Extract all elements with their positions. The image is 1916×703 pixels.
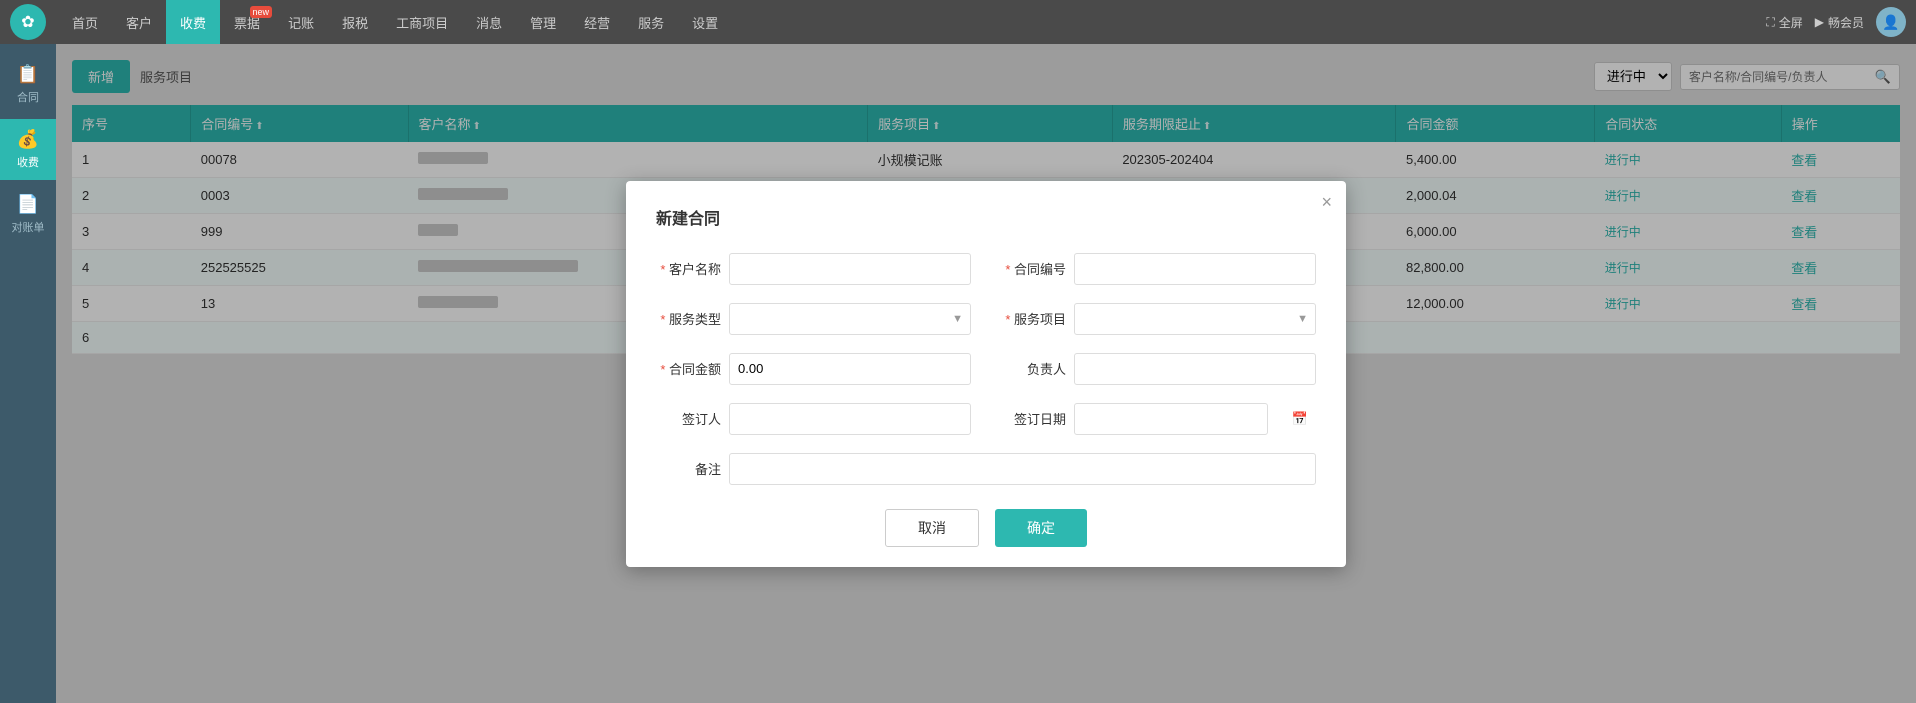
logo-icon: ✿ bbox=[21, 12, 34, 32]
main-layout: 📋 合同 💰 收费 📄 对账单 新增 服务项目 进行中 已完成 已终止 bbox=[0, 44, 1916, 703]
dialog-close-button[interactable]: × bbox=[1321, 193, 1332, 211]
service-item-select-wrap: ▼ bbox=[1074, 303, 1316, 335]
sidebar-item-statement[interactable]: 📄 对账单 bbox=[0, 184, 56, 245]
member-button[interactable]: ▶ 畅会员 bbox=[1815, 14, 1864, 31]
client-name-label: 客户名称 bbox=[656, 259, 721, 278]
billing-icon: 💰 bbox=[17, 129, 39, 150]
responsible-label: 负责人 bbox=[1001, 359, 1066, 378]
calendar-icon[interactable]: 📅 bbox=[1292, 411, 1308, 427]
nav-business[interactable]: 工商项目 bbox=[382, 0, 462, 44]
form-row-service-item: 服务项目 ▼ bbox=[1001, 303, 1316, 335]
nav-settings[interactable]: 设置 bbox=[678, 0, 732, 44]
form-row-note: 备注 bbox=[656, 453, 1316, 485]
form-row-responsible: 负责人 bbox=[1001, 353, 1316, 385]
fullscreen-button[interactable]: ⛶ 全屏 bbox=[1766, 14, 1802, 31]
signer-label: 签订人 bbox=[656, 409, 721, 428]
content-area: 新增 服务项目 进行中 已完成 已终止 🔍 序号 合同编号⬆ bbox=[56, 44, 1916, 703]
sign-date-wrap: 2023-06-06 📅 bbox=[1074, 403, 1316, 435]
nav-manage[interactable]: 管理 bbox=[516, 0, 570, 44]
sidebar: 📋 合同 💰 收费 📄 对账单 bbox=[0, 44, 56, 703]
fullscreen-icon: ⛶ bbox=[1766, 15, 1774, 30]
amount-input[interactable] bbox=[729, 353, 971, 385]
service-type-select-wrap: ▼ bbox=[729, 303, 971, 335]
nav-client[interactable]: 客户 bbox=[112, 0, 166, 44]
nav-right-area: ⛶ 全屏 ▶ 畅会员 👤 bbox=[1766, 7, 1906, 37]
nav-service[interactable]: 服务 bbox=[624, 0, 678, 44]
nav-tax[interactable]: 报税 bbox=[328, 0, 382, 44]
form-row-service-type: 服务类型 ▼ bbox=[656, 303, 971, 335]
service-item-select[interactable] bbox=[1074, 303, 1316, 335]
form-row-sign-date: 签订日期 2023-06-06 📅 bbox=[1001, 403, 1316, 435]
app-logo: ✿ bbox=[10, 4, 46, 40]
responsible-input[interactable] bbox=[1074, 353, 1316, 385]
new-badge: new bbox=[250, 6, 273, 18]
note-input[interactable] bbox=[729, 453, 1316, 485]
confirm-button[interactable]: 确定 bbox=[995, 509, 1087, 547]
create-contract-dialog: × 新建合同 客户名称 合同编号 服务类型 bbox=[626, 181, 1346, 567]
statement-icon: 📄 bbox=[17, 194, 39, 215]
top-navigation: ✿ 首页 客户 收费 票据 new 记账 报税 工商项目 消息 管理 经营 服务… bbox=[0, 0, 1916, 44]
sign-date-input[interactable]: 2023-06-06 bbox=[1074, 403, 1268, 435]
form-row-signer: 签订人 bbox=[656, 403, 971, 435]
nav-billing[interactable]: 收费 bbox=[166, 0, 220, 44]
contract-no-label: 合同编号 bbox=[1001, 259, 1066, 278]
sign-date-label: 签订日期 bbox=[1001, 409, 1066, 428]
form-row-client: 客户名称 bbox=[656, 253, 971, 285]
service-type-label: 服务类型 bbox=[656, 309, 721, 328]
dialog-form: 客户名称 合同编号 服务类型 ▼ bbox=[656, 253, 1316, 485]
service-type-select[interactable] bbox=[729, 303, 971, 335]
dialog-title: 新建合同 bbox=[656, 205, 1316, 229]
nav-accounting[interactable]: 记账 bbox=[274, 0, 328, 44]
play-icon: ▶ bbox=[1815, 15, 1824, 29]
service-item-field-label: 服务项目 bbox=[1001, 309, 1066, 328]
contract-icon: 📋 bbox=[17, 64, 39, 85]
signer-input[interactable] bbox=[729, 403, 971, 435]
form-row-contract-no: 合同编号 bbox=[1001, 253, 1316, 285]
sidebar-item-billing[interactable]: 💰 收费 bbox=[0, 119, 56, 180]
dialog-footer: 取消 确定 bbox=[656, 509, 1316, 547]
nav-home[interactable]: 首页 bbox=[58, 0, 112, 44]
modal-overlay[interactable]: × 新建合同 客户名称 合同编号 服务类型 bbox=[56, 44, 1916, 703]
nav-message[interactable]: 消息 bbox=[462, 0, 516, 44]
user-avatar[interactable]: 👤 bbox=[1876, 7, 1906, 37]
form-row-amount: 合同金额 bbox=[656, 353, 971, 385]
cancel-button[interactable]: 取消 bbox=[885, 509, 979, 547]
nav-items: 首页 客户 收费 票据 new 记账 报税 工商项目 消息 管理 经营 服务 设… bbox=[58, 0, 1766, 44]
sidebar-item-contract[interactable]: 📋 合同 bbox=[0, 54, 56, 115]
nav-invoice[interactable]: 票据 new bbox=[220, 0, 274, 44]
note-label: 备注 bbox=[656, 459, 721, 478]
amount-label: 合同金额 bbox=[656, 359, 721, 378]
client-name-input[interactable] bbox=[729, 253, 971, 285]
nav-operation[interactable]: 经营 bbox=[570, 0, 624, 44]
contract-no-input[interactable] bbox=[1074, 253, 1316, 285]
